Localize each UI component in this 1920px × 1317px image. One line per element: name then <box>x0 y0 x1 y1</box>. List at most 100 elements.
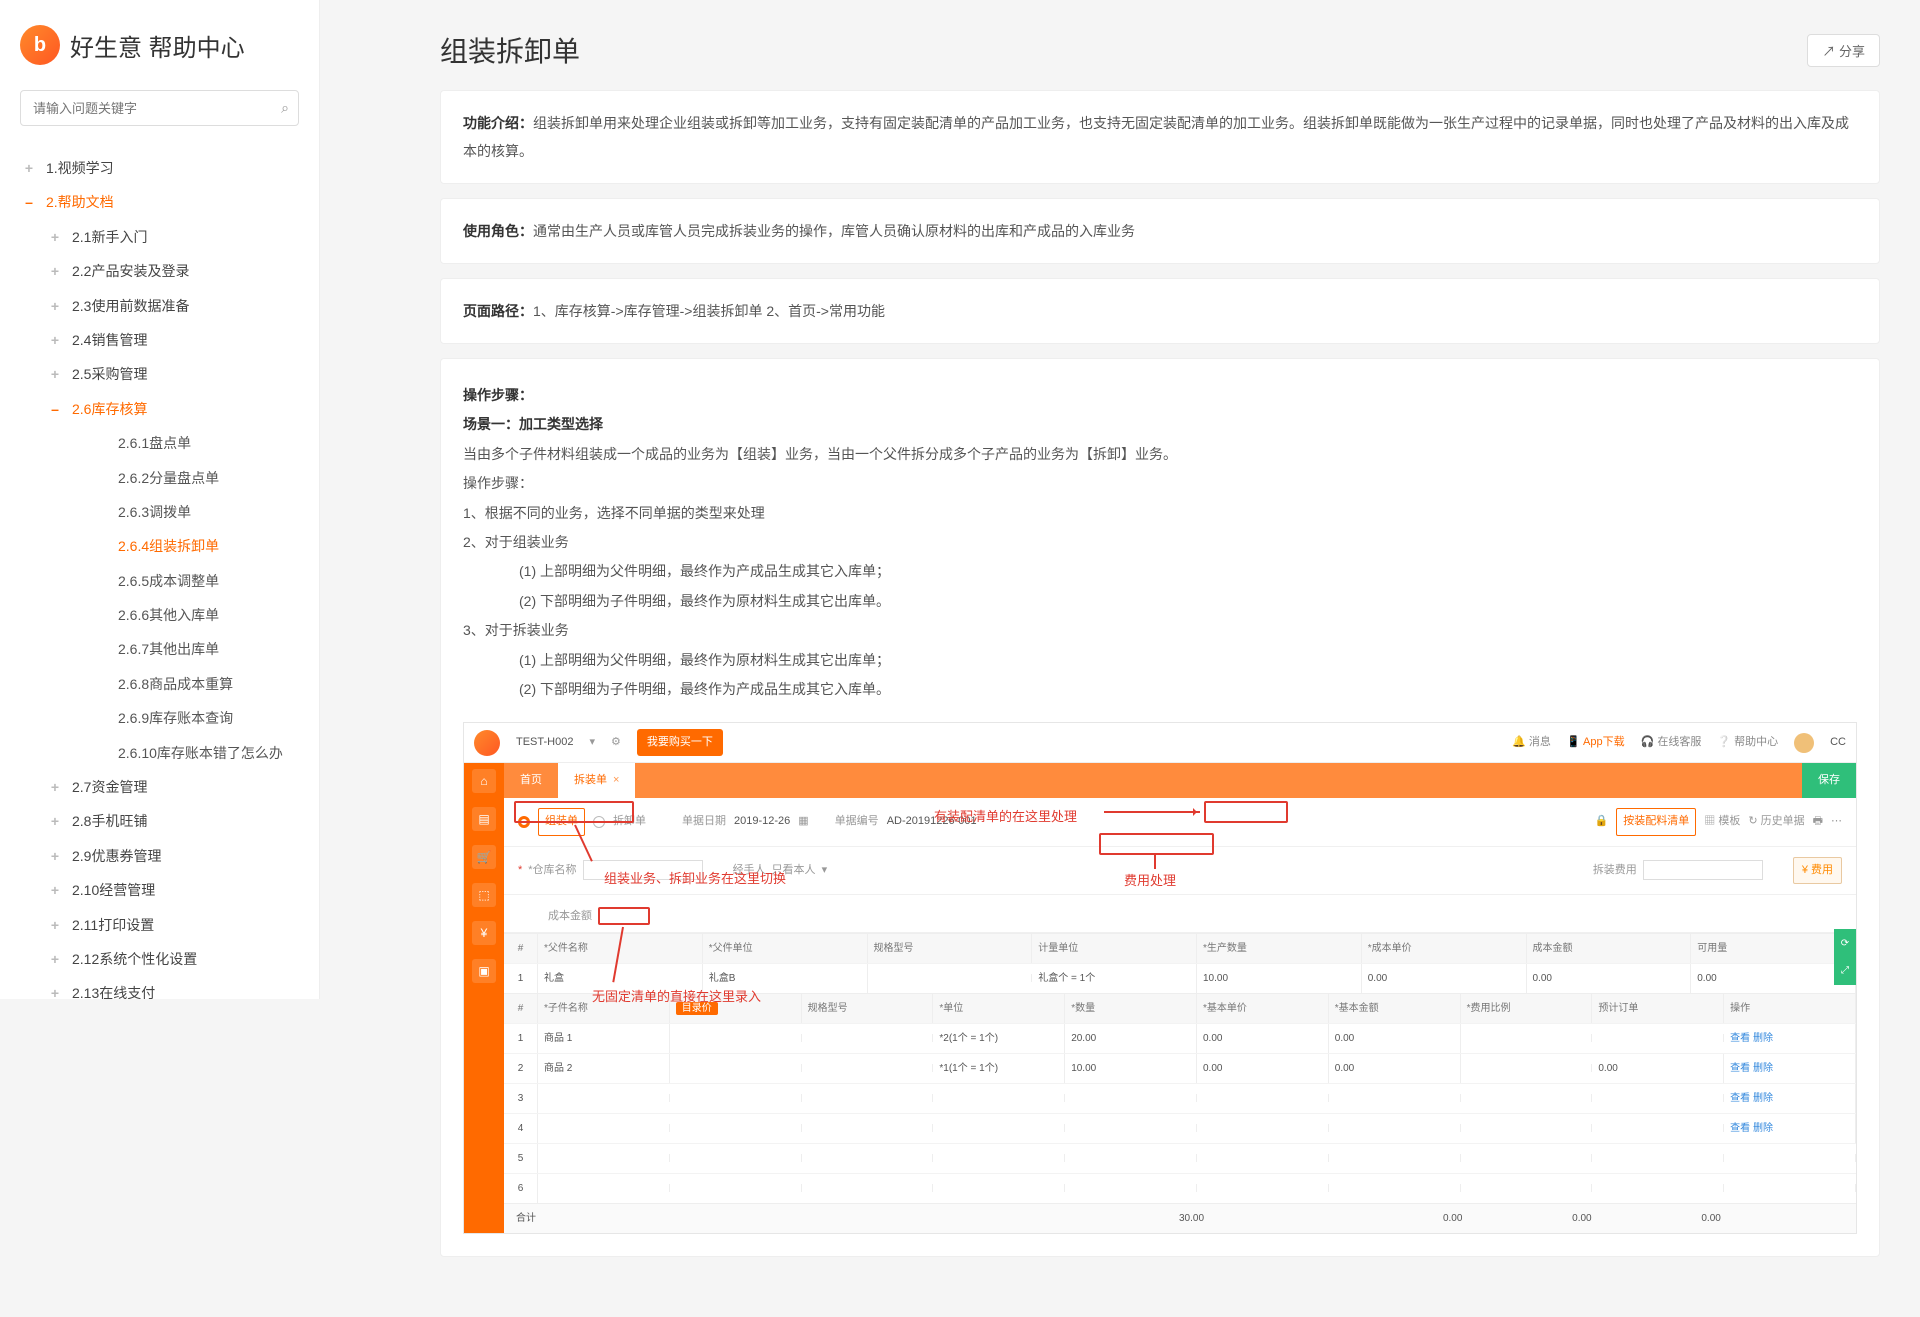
nav-2-6-10[interactable]: 2.6.10库存账本错了怎么办 <box>72 736 299 770</box>
nav-2-6-5[interactable]: 2.6.5成本调整单 <box>72 564 299 598</box>
shot-help[interactable]: ❔ 帮助中心 <box>1717 731 1778 754</box>
btn-hist[interactable]: ↻ 历史单据 <box>1748 810 1804 833</box>
step-3a: (1) 上部明细为父件明细，最终作为原材料生成其它出库单； <box>463 646 1857 675</box>
btn-cfg[interactable]: 按装配料清单 <box>1616 808 1696 835</box>
parent-grid: #*父件名称*父件单位规格型号计量单位*生产数量*成本单价成本金额可用量 1礼盒… <box>504 933 1856 993</box>
fee-input[interactable] <box>1643 860 1763 880</box>
refresh-icon[interactable]: ⟳ <box>1841 933 1849 954</box>
nav-2-12[interactable]: +2.12系统个性化设置 <box>46 942 299 976</box>
fee-button[interactable]: ¥ 费用 <box>1793 857 1842 884</box>
expand-icon[interactable]: ⤢ <box>1841 960 1849 981</box>
nav-2-13[interactable]: +2.13在线支付 <box>46 976 299 999</box>
tab-home[interactable]: 首页 <box>504 763 558 798</box>
nav-2-10[interactable]: +2.10经营管理 <box>46 873 299 907</box>
nav-2-1[interactable]: +2.1新手入门 <box>46 220 299 254</box>
child-grid: #*子件名称目录价规格型号*单位*数量*基本单价*基本金额*费用比例预计订单操作… <box>504 993 1856 1233</box>
shot-row3: 成本金额 <box>504 895 1856 933</box>
plus-icon: + <box>46 916 64 934</box>
chart-icon[interactable]: ▣ <box>472 959 496 983</box>
type-cx[interactable]: 拆卸单 <box>613 810 646 833</box>
shot-app[interactable]: 📱 App下载 <box>1567 731 1625 754</box>
fee-label: 拆装费用 <box>1593 859 1637 882</box>
chevron-down-icon: ▾ <box>589 731 595 754</box>
plus-icon: + <box>46 985 64 999</box>
shot-tenant: TEST-H002 <box>516 731 573 754</box>
doc-icon[interactable]: ▤ <box>472 807 496 831</box>
shot-svc[interactable]: 🎧 在线客服 <box>1641 731 1702 754</box>
date-label: 单据日期 <box>682 810 726 833</box>
no-value: AD-20191226-001 <box>887 810 977 833</box>
scene-title: 场景一：加工类型选择 <box>463 416 603 432</box>
step-2: 2、对于组装业务 <box>463 528 1857 557</box>
step-2a: (1) 上部明细为父件明细，最终作为产成品生成其它入库单； <box>463 557 1857 586</box>
page-title: 组装拆卸单 <box>440 30 580 70</box>
shot-row2: **仓库名称 经手人只看本人▾ 拆装费用 ¥ 费用 <box>504 847 1856 895</box>
nav-video[interactable]: +1.视频学习 <box>20 151 299 185</box>
print-icon[interactable]: 🖶 <box>1813 810 1823 833</box>
amt-label: 成本金额 <box>548 910 592 922</box>
share-button[interactable]: 分享 <box>1807 34 1880 67</box>
nav-2-6-4[interactable]: 2.6.4组装拆卸单 <box>72 529 299 563</box>
embedded-screenshot: TEST-H002 ▾ ⚙ 我要购买一下 🔔 消息 📱 App下载 🎧 在线客服… <box>463 722 1857 1233</box>
logo-icon: b <box>20 25 60 65</box>
step-2b: (2) 下部明细为子件明细，最终作为原材料生成其它出库单。 <box>463 587 1857 616</box>
nav-2-6[interactable]: –2.6库存核算 <box>46 392 299 426</box>
sidebar: b 好生意 帮助中心 ⌕ +1.视频学习 –2.帮助文档 +2.1新手入门 +2… <box>0 0 320 999</box>
avatar-icon[interactable] <box>1794 733 1814 753</box>
hand-label: 经手人 <box>733 859 766 882</box>
shot-user: CC <box>1830 731 1846 754</box>
search-input[interactable] <box>20 90 299 126</box>
steps-title: 操作步骤： <box>463 387 533 403</box>
plus-icon: + <box>46 228 64 246</box>
type-zz[interactable]: 组装单 <box>538 808 585 835</box>
nav-2-6-3[interactable]: 2.6.3调拨单 <box>72 495 299 529</box>
wh-label: *仓库名称 <box>528 859 576 882</box>
yen-icon[interactable]: ¥ <box>472 921 496 945</box>
nav-2-8[interactable]: +2.8手机旺铺 <box>46 804 299 838</box>
more-icon[interactable]: ⋯ <box>1831 810 1842 833</box>
nav-2-6-1[interactable]: 2.6.1盘点单 <box>72 426 299 460</box>
brand-row: b 好生意 帮助中心 <box>20 25 299 65</box>
nav-2-6-9[interactable]: 2.6.9库存账本查询 <box>72 701 299 735</box>
role-text: 通常由生产人员或库管人员完成拆装业务的操作，库管人员确认原材料的出库和产成品的入… <box>533 223 1135 239</box>
nav-2-3[interactable]: +2.3使用前数据准备 <box>46 289 299 323</box>
close-icon[interactable]: × <box>613 774 619 786</box>
shot-trial-button[interactable]: 我要购买一下 <box>637 729 723 756</box>
minus-icon: – <box>20 194 38 212</box>
role-label: 使用角色： <box>463 223 533 239</box>
plus-icon: + <box>46 366 64 384</box>
cart-icon[interactable]: 🛒 <box>472 845 496 869</box>
home-icon[interactable]: ⌂ <box>472 769 496 793</box>
btn-tpl[interactable]: ▦ 模板 <box>1704 810 1740 833</box>
nav-2-7[interactable]: +2.7资金管理 <box>46 770 299 804</box>
path-card: 页面路径：1、库存核算->库存管理->组装拆卸单 2、首页->常用功能 <box>440 278 1880 344</box>
save-button[interactable]: 保存 <box>1802 763 1856 798</box>
intro-label: 功能介绍： <box>463 115 533 131</box>
chevron-down-icon[interactable]: ▾ <box>822 859 828 882</box>
radio-off-icon[interactable] <box>593 816 605 828</box>
wh-input[interactable] <box>583 860 703 880</box>
search-icon[interactable]: ⌕ <box>281 100 289 117</box>
nav-docs[interactable]: –2.帮助文档 <box>20 185 299 219</box>
steps-card: 操作步骤： 场景一：加工类型选择 当由多个子件材料组装成一个成品的业务为【组装】… <box>440 358 1880 1257</box>
radio-on-icon[interactable] <box>518 816 530 828</box>
nav-2-6-6[interactable]: 2.6.6其他入库单 <box>72 598 299 632</box>
nav-2-11[interactable]: +2.11打印设置 <box>46 908 299 942</box>
box-icon[interactable]: ⬚ <box>472 883 496 907</box>
plus-icon: + <box>46 297 64 315</box>
plus-icon: + <box>46 847 64 865</box>
shot-row1: 组装单 拆卸单 单据日期 2019-12-26 ▦ 单据编号 AD-201912… <box>504 798 1856 846</box>
nav-2-6-7[interactable]: 2.6.7其他出库单 <box>72 632 299 666</box>
nav-2-6-8[interactable]: 2.6.8商品成本重算 <box>72 667 299 701</box>
path-label: 页面路径： <box>463 303 533 319</box>
nav-2-5[interactable]: +2.5采购管理 <box>46 357 299 391</box>
calendar-icon[interactable]: ▦ <box>798 810 808 833</box>
nav-2-2[interactable]: +2.2产品安装及登录 <box>46 254 299 288</box>
nav-2-9[interactable]: +2.9优惠券管理 <box>46 839 299 873</box>
shot-msg[interactable]: 🔔 消息 <box>1512 731 1551 754</box>
shot-panel: 首页 拆装单× 保存 组装单 拆卸单 单据日期 2019-12-26 ▦ <box>504 763 1856 1232</box>
nav-2-4[interactable]: +2.4销售管理 <box>46 323 299 357</box>
tab-doc[interactable]: 拆装单× <box>558 763 635 798</box>
shot-topbar: TEST-H002 ▾ ⚙ 我要购买一下 🔔 消息 📱 App下载 🎧 在线客服… <box>464 723 1856 763</box>
nav-2-6-2[interactable]: 2.6.2分量盘点单 <box>72 461 299 495</box>
